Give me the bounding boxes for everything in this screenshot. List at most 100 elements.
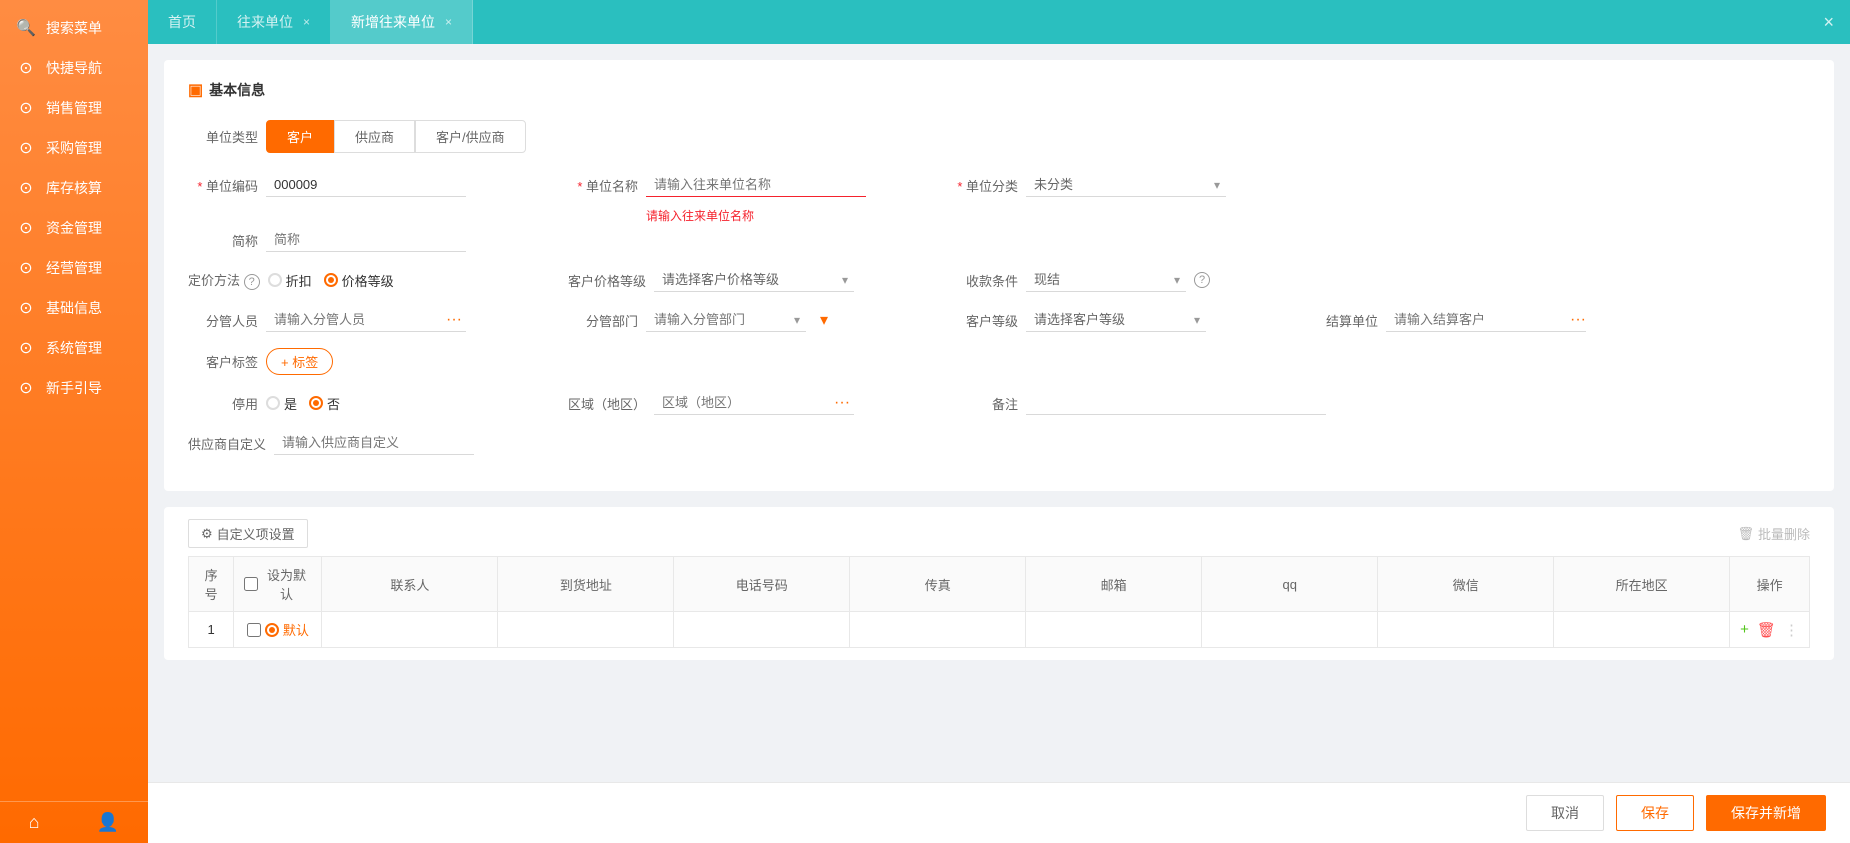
unit-category-select[interactable]: 未分类	[1026, 173, 1226, 197]
department-input[interactable]	[646, 308, 806, 332]
sidebar-item-quick-nav[interactable]: ⊙ 快捷导航	[0, 48, 148, 88]
row-wechat	[1378, 612, 1554, 648]
sidebar-item-search[interactable]: 🔍 搜索菜单	[0, 8, 148, 48]
sidebar-user-icon[interactable]: 👤	[97, 812, 119, 833]
location-input[interactable]	[1572, 622, 1711, 637]
row-default: 默认	[234, 612, 322, 648]
pricing-help-icon[interactable]: ?	[244, 274, 260, 290]
tab-home[interactable]: 首页	[148, 0, 217, 44]
tab-new-partner[interactable]: 新增往来单位 ×	[331, 0, 473, 44]
manager-more-btn[interactable]: ···	[442, 311, 466, 329]
sidebar-item-sales[interactable]: ⊙ 销售管理	[0, 88, 148, 128]
wechat-input[interactable]	[1396, 622, 1535, 637]
unit-code-input[interactable]	[266, 173, 466, 197]
disabled-no-radio[interactable]	[309, 396, 323, 410]
department-select-wrapper	[646, 308, 806, 332]
qq-input[interactable]	[1220, 622, 1360, 637]
save-button[interactable]: 保存	[1616, 795, 1694, 831]
pricing-method-label: 定价方法 ?	[188, 270, 260, 290]
pricing-discount-radio[interactable]	[268, 273, 282, 287]
disabled-no[interactable]: 否	[309, 394, 340, 413]
row-checkbox[interactable]	[247, 623, 261, 637]
supplier-custom-input[interactable]	[274, 431, 474, 455]
settlement-input[interactable]	[1386, 308, 1566, 331]
customer-level-select[interactable]: 请选择客户等级	[1026, 308, 1206, 332]
region-label: 区域（地区）	[568, 394, 646, 413]
unit-type-both[interactable]: 客户/供应商	[415, 120, 526, 153]
payment-terms-help-icon[interactable]: ?	[1194, 272, 1210, 288]
row-location	[1554, 612, 1730, 648]
department-more-btn[interactable]: ▾	[816, 310, 832, 330]
sidebar-item-finance[interactable]: ⊙ 资金管理	[0, 208, 148, 248]
sidebar-item-guide[interactable]: ⊙ 新手引导	[0, 368, 148, 408]
payment-terms-select[interactable]: 现结	[1026, 268, 1186, 292]
section-title-icon: ▣	[188, 80, 203, 100]
unit-name-input[interactable]	[646, 173, 866, 197]
price-level-select[interactable]: 请选择客户价格等级	[654, 268, 854, 292]
col-fax: 传真	[850, 557, 1026, 612]
code-name-row: 单位编码 单位名称 请输入往来单位名称 单位分类 未分类	[188, 173, 1810, 224]
sidebar-item-inventory[interactable]: ⊙ 库存核算	[0, 168, 148, 208]
quick-nav-icon: ⊙	[16, 58, 36, 78]
price-level-select-wrapper: 请选择客户价格等级	[654, 268, 854, 292]
tab-partner[interactable]: 往来单位 ×	[217, 0, 331, 44]
contact-input[interactable]	[340, 622, 479, 637]
col-contact: 联系人	[322, 557, 498, 612]
department-field: 分管部门 ▾	[568, 308, 948, 332]
manager-row: 分管人员 ··· 分管部门 ▾ 客户等级	[188, 308, 1810, 332]
sidebar-item-operation[interactable]: ⊙ 经营管理	[0, 248, 148, 288]
sidebar-item-basic[interactable]: ⊙ 基础信息	[0, 288, 148, 328]
pricing-level[interactable]: 价格等级	[324, 271, 394, 290]
custom-settings-button[interactable]: ⚙ 自定义项设置	[188, 519, 308, 548]
sidebar-home-icon[interactable]: ⌂	[29, 812, 40, 833]
contact-table: 序号 设为默认 联系人 到货地址 电话号码 传真 邮箱 qq	[188, 556, 1810, 648]
tag-field: 客户标签 + 标签	[188, 348, 333, 375]
tab-partner-close[interactable]: ×	[303, 15, 310, 29]
add-tag-button[interactable]: + 标签	[266, 348, 333, 375]
tabs-close-all[interactable]: ×	[1807, 0, 1850, 44]
region-input[interactable]	[654, 391, 830, 414]
row-default-radio[interactable]	[265, 623, 279, 637]
manager-input[interactable]	[266, 308, 442, 331]
cancel-button[interactable]: 取消	[1526, 795, 1604, 831]
disabled-radio-group: 是 否	[266, 394, 340, 413]
pricing-discount[interactable]: 折扣	[268, 271, 312, 290]
unit-type-supplier[interactable]: 供应商	[334, 120, 415, 153]
unit-code-label: 单位编码	[188, 176, 258, 195]
add-row-button[interactable]: +	[1740, 621, 1749, 638]
disabled-yes-radio[interactable]	[266, 396, 280, 410]
search-icon: 🔍	[16, 18, 36, 38]
fax-input[interactable]	[868, 622, 1007, 637]
unit-category-label: 单位分类	[948, 176, 1018, 195]
footer: 取消 保存 保存并新增	[148, 782, 1850, 843]
remark-input[interactable]	[1026, 391, 1326, 415]
settlement-more-btn[interactable]: ···	[1566, 311, 1590, 329]
sidebar-item-system[interactable]: ⊙ 系统管理	[0, 328, 148, 368]
department-label: 分管部门	[568, 311, 638, 330]
short-name-field: 简称	[188, 228, 568, 252]
purchase-icon: ⊙	[16, 138, 36, 158]
region-input-wrapper: ···	[654, 391, 854, 415]
disabled-yes[interactable]: 是	[266, 394, 297, 413]
region-more-btn[interactable]: ···	[830, 394, 854, 412]
phone-input[interactable]	[692, 622, 831, 637]
tabs-bar: 首页 往来单位 × 新增往来单位 × ×	[148, 0, 1850, 44]
scroll-handle[interactable]: ⋮	[1784, 621, 1799, 639]
short-name-input[interactable]	[266, 228, 466, 252]
sidebar-item-purchase[interactable]: ⊙ 采购管理	[0, 128, 148, 168]
email-input[interactable]	[1044, 622, 1183, 637]
col-index: 序号	[189, 557, 234, 612]
address-input[interactable]	[516, 622, 655, 637]
delete-row-button[interactable]: 🗑	[1757, 621, 1776, 639]
disabled-label: 停用	[188, 394, 258, 413]
save-new-button[interactable]: 保存并新增	[1706, 795, 1826, 831]
select-all-checkbox[interactable]	[244, 577, 257, 591]
batch-delete-button[interactable]: 🗑 批量删除	[1737, 524, 1810, 543]
unit-type-label: 单位类型	[188, 127, 258, 146]
pricing-level-radio[interactable]	[324, 273, 338, 287]
short-name-label: 简称	[188, 231, 258, 250]
tab-new-partner-close[interactable]: ×	[445, 15, 452, 29]
col-email: 邮箱	[1026, 557, 1202, 612]
unit-type-customer[interactable]: 客户	[266, 120, 334, 153]
row-default-radio-item[interactable]: 默认	[265, 620, 309, 639]
